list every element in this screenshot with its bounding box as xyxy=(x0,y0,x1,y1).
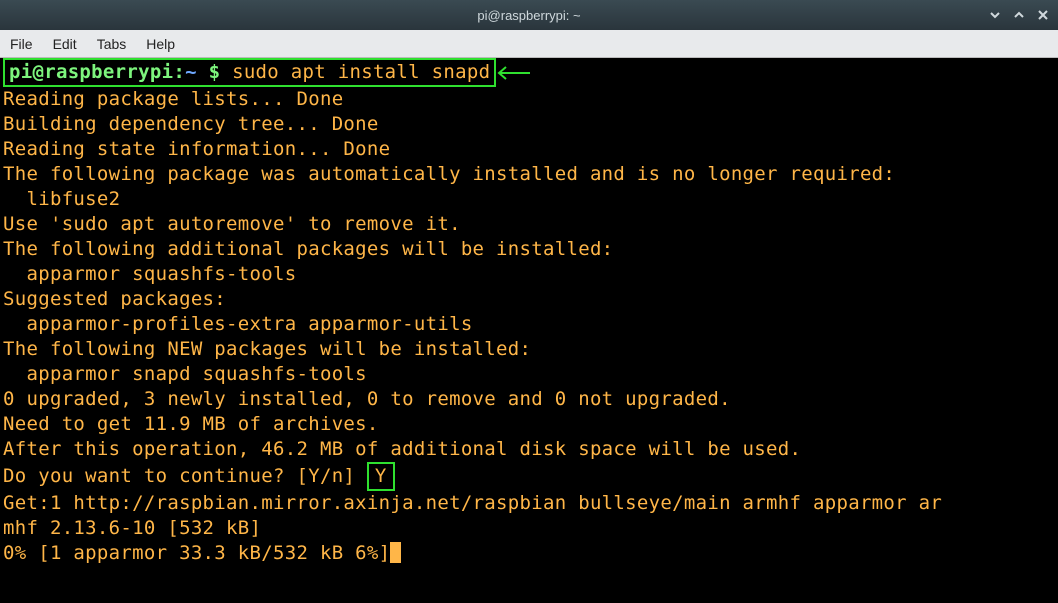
prompt-dollar: $ xyxy=(197,61,232,83)
output-line: 0 upgraded, 3 newly installed, 0 to remo… xyxy=(3,387,1055,412)
window-title: pi@raspberrypi: ~ xyxy=(477,8,580,23)
output-line: Building dependency tree... Done xyxy=(3,112,1055,137)
output-line: apparmor-profiles-extra apparmor-utils xyxy=(3,312,1055,337)
output-line: The following additional packages will b… xyxy=(3,237,1055,262)
output-line: Suggested packages: xyxy=(3,287,1055,312)
menubar: File Edit Tabs Help xyxy=(0,30,1058,58)
menu-edit[interactable]: Edit xyxy=(53,36,77,52)
prompt-colon: : xyxy=(173,61,185,83)
menu-help[interactable]: Help xyxy=(146,36,175,52)
output-line: mhf 2.13.6-10 [532 kB] xyxy=(3,516,1055,541)
command-text: sudo apt install snapd xyxy=(232,61,490,83)
output-line: Get:1 http://raspbian.mirror.axinja.net/… xyxy=(3,491,1055,516)
progress-line: 0% [1 apparmor 33.3 kB/532 kB 6%] xyxy=(3,541,1055,566)
progress-text: 0% [1 apparmor 33.3 kB/532 kB 6%] xyxy=(3,542,390,564)
close-button[interactable] xyxy=(1036,8,1050,22)
minimize-button[interactable] xyxy=(988,8,1002,22)
menu-file[interactable]: File xyxy=(10,36,33,52)
output-line: After this operation, 46.2 MB of additio… xyxy=(3,437,1055,462)
continue-prompt-text: Do you want to continue? [Y/n] xyxy=(3,465,367,487)
output-line: libfuse2 xyxy=(3,187,1055,212)
output-line: apparmor squashfs-tools xyxy=(3,262,1055,287)
output-line: apparmor snapd squashfs-tools xyxy=(3,362,1055,387)
cursor-icon xyxy=(390,542,401,563)
prompt-line: pi@raspberrypi:~ $ sudo apt install snap… xyxy=(3,58,1055,87)
output-line: Reading package lists... Done xyxy=(3,87,1055,112)
continue-prompt-line: Do you want to continue? [Y/n] Y xyxy=(3,462,1055,491)
output-line: Need to get 11.9 MB of archives. xyxy=(3,412,1055,437)
maximize-button[interactable] xyxy=(1012,8,1026,22)
command-highlight: pi@raspberrypi:~ $ sudo apt install snap… xyxy=(3,58,496,87)
prompt-path: ~ xyxy=(185,61,197,83)
output-line: Reading state information... Done xyxy=(3,137,1055,162)
continue-response-highlight: Y xyxy=(367,462,395,491)
prompt-user-host: pi@raspberrypi xyxy=(9,61,173,83)
terminal[interactable]: pi@raspberrypi:~ $ sudo apt install snap… xyxy=(0,58,1058,603)
output-line: Use 'sudo apt autoremove' to remove it. xyxy=(3,212,1055,237)
window-controls xyxy=(988,8,1050,22)
output-line: The following NEW packages will be insta… xyxy=(3,337,1055,362)
arrow-icon xyxy=(496,60,530,85)
titlebar: pi@raspberrypi: ~ xyxy=(0,0,1058,30)
menu-tabs[interactable]: Tabs xyxy=(97,36,127,52)
output-line: The following package was automatically … xyxy=(3,162,1055,187)
